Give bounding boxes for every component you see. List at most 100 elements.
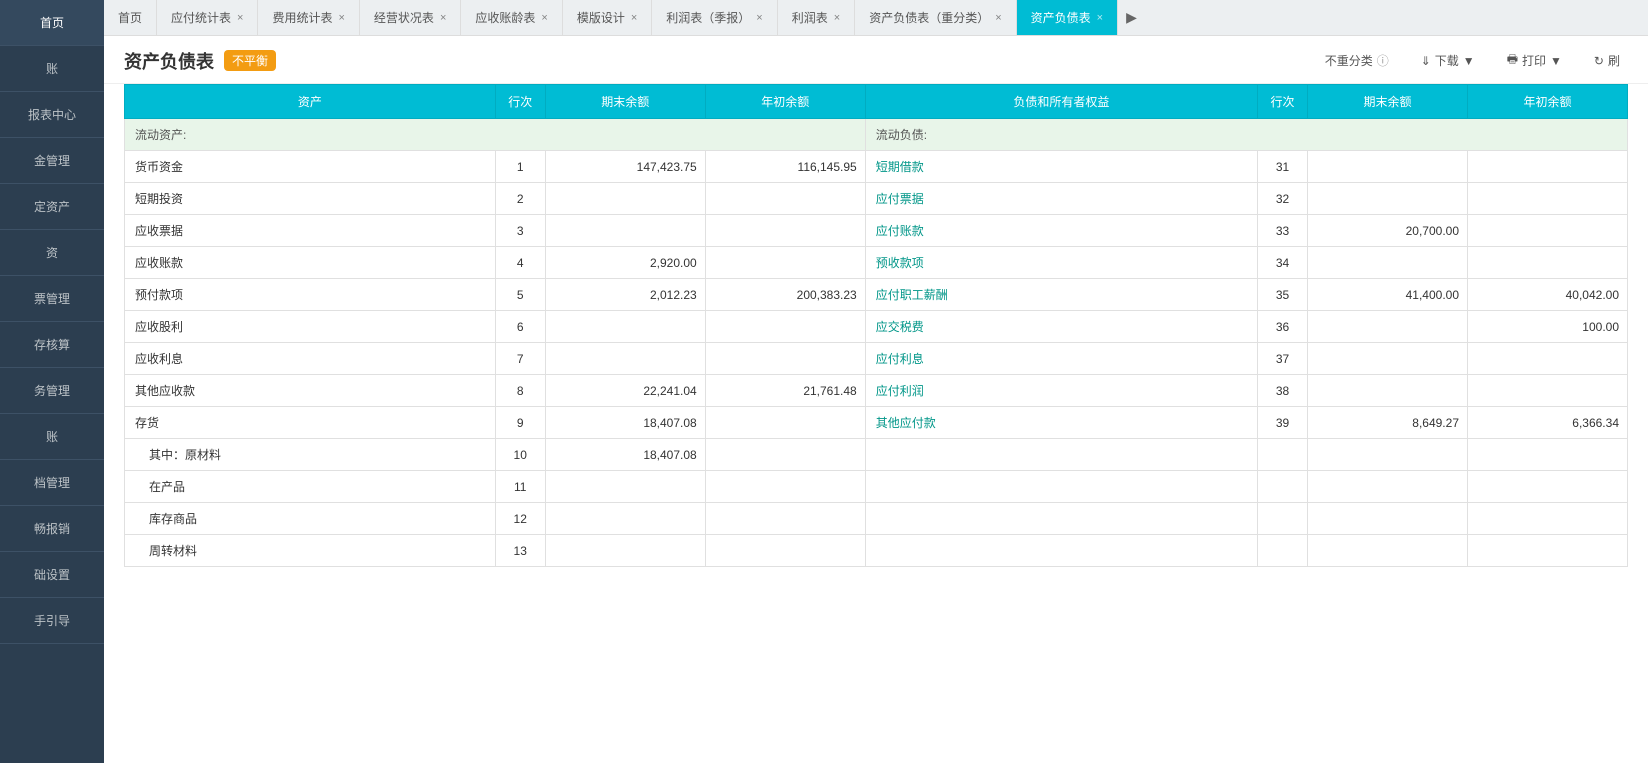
right-row-num — [1258, 503, 1308, 535]
download-chevron: ▼ — [1463, 54, 1475, 68]
tab-home[interactable]: 首页 — [104, 0, 157, 36]
right-item-link[interactable]: 应付票据 — [876, 192, 924, 206]
right-item-link[interactable]: 预收款项 — [876, 256, 924, 270]
table-row: 预付款项 5 2,012.23 200,383.23 应付职工薪酬 35 41,… — [125, 279, 1628, 311]
tab-close-template[interactable]: × — [631, 12, 637, 24]
right-item[interactable]: 预收款项 — [865, 247, 1257, 279]
tab-template-design[interactable]: 模版设计 × — [563, 0, 652, 36]
right-item[interactable]: 应付职工薪酬 — [865, 279, 1257, 311]
sidebar-item-invoice-mgmt[interactable]: 票管理 — [0, 276, 104, 322]
right-item-link[interactable]: 应付职工薪酬 — [876, 288, 948, 302]
refresh-btn[interactable]: ↻ 刷 — [1586, 48, 1628, 73]
left-item[interactable]: 存货 — [125, 407, 496, 439]
tab-balance-reclassified[interactable]: 资产负债表（重分类） × — [855, 0, 1016, 36]
table-row: 应收票据 3 应付账款 33 20,700.00 — [125, 215, 1628, 247]
right-item[interactable]: 应付利息 — [865, 343, 1257, 375]
right-item[interactable] — [865, 439, 1257, 471]
left-item[interactable]: 其他应收款 — [125, 375, 496, 407]
left-item[interactable]: 应收票据 — [125, 215, 496, 247]
left-item[interactable]: 货币资金 — [125, 151, 496, 183]
left-item[interactable]: 应收股利 — [125, 311, 496, 343]
right-item[interactable] — [865, 503, 1257, 535]
sidebar-item-fixed-assets[interactable]: 定资产 — [0, 184, 104, 230]
sidebar-item-expense[interactable]: 畅报销 — [0, 506, 104, 552]
left-ending-balance — [545, 503, 705, 535]
table-row: 其中：原材料 10 18,407.08 — [125, 439, 1628, 471]
left-row-num: 9 — [495, 407, 545, 439]
right-item-link[interactable]: 其他应付款 — [876, 416, 936, 430]
tab-expense-stats[interactable]: 费用统计表 × — [258, 0, 359, 36]
tab-close-aging[interactable]: × — [541, 12, 547, 24]
tab-close-payable[interactable]: × — [237, 12, 243, 24]
sidebar-item-inventory[interactable]: 存核算 — [0, 322, 104, 368]
left-beginning-balance — [705, 471, 865, 503]
right-ending-balance — [1308, 311, 1468, 343]
tab-profit-quarterly[interactable]: 利润表（季报） × — [652, 0, 777, 36]
right-item-link[interactable]: 应交税费 — [876, 320, 924, 334]
sidebar-item-settings[interactable]: 础设置 — [0, 552, 104, 598]
left-item[interactable]: 短期投资 — [125, 183, 496, 215]
right-row-num — [1258, 439, 1308, 471]
print-btn[interactable]: 🖶 打印 ▼ — [1499, 46, 1570, 75]
download-btn[interactable]: ⇓ 下载 ▼ — [1413, 48, 1483, 73]
sidebar-item-guide[interactable]: 手引导 — [0, 598, 104, 644]
tab-payable-stats[interactable]: 应付统计表 × — [157, 0, 258, 36]
tab-close-balance-r[interactable]: × — [995, 12, 1001, 24]
sidebar-item-assets[interactable]: 资 — [0, 230, 104, 276]
left-item[interactable]: 应收账款 — [125, 247, 496, 279]
sidebar-item-home[interactable]: 首页 — [0, 0, 104, 46]
left-item[interactable]: 应收利息 — [125, 343, 496, 375]
tab-close-ops[interactable]: × — [440, 12, 446, 24]
right-item-link[interactable]: 应付利润 — [876, 384, 924, 398]
left-item[interactable]: 在产品 — [125, 471, 496, 503]
right-ending-balance — [1308, 535, 1468, 567]
right-item[interactable]: 短期借款 — [865, 151, 1257, 183]
tab-balance-sheet[interactable]: 资产负债表 × — [1017, 0, 1118, 36]
left-row-num: 12 — [495, 503, 545, 535]
right-item-link[interactable]: 应付账款 — [876, 224, 924, 238]
page-header: 资产负债表 不平衡 不重分类 ⓘ ⇓ 下载 ▼ 🖶 打印 ▼ ↻ 刷 — [104, 36, 1648, 84]
tab-close-profit-q[interactable]: × — [756, 12, 762, 24]
tab-close-expense[interactable]: × — [338, 12, 344, 24]
sidebar-item-ledger[interactable]: 账 — [0, 414, 104, 460]
table-row: 存货 9 18,407.08 其他应付款 39 8,649.27 6,366.3… — [125, 407, 1628, 439]
right-beginning-balance — [1468, 471, 1628, 503]
tab-operations[interactable]: 经营状况表 × — [360, 0, 461, 36]
right-beginning-balance: 100.00 — [1468, 311, 1628, 343]
left-item[interactable]: 其中：原材料 — [125, 439, 496, 471]
right-item-link[interactable]: 应付利息 — [876, 352, 924, 366]
print-chevron: ▼ — [1550, 54, 1562, 68]
right-row-num: 31 — [1258, 151, 1308, 183]
right-item[interactable] — [865, 471, 1257, 503]
right-ending-balance: 41,400.00 — [1308, 279, 1468, 311]
left-item[interactable]: 预付款项 — [125, 279, 496, 311]
tab-profit[interactable]: 利润表 × — [778, 0, 855, 36]
right-beginning-balance — [1468, 183, 1628, 215]
tab-close-profit[interactable]: × — [834, 12, 840, 24]
sidebar-item-account[interactable]: 账 — [0, 46, 104, 92]
header-liability: 负债和所有者权益 — [865, 85, 1257, 119]
tab-close-balance[interactable]: × — [1097, 12, 1103, 24]
not-reclassify-btn[interactable]: 不重分类 ⓘ — [1317, 48, 1397, 73]
sidebar-item-tax-mgmt[interactable]: 务管理 — [0, 368, 104, 414]
table-row: 在产品 11 — [125, 471, 1628, 503]
print-label: 打印 — [1522, 52, 1546, 69]
sidebar-item-report-center[interactable]: 报表中心 — [0, 92, 104, 138]
right-item[interactable]: 应付账款 — [865, 215, 1257, 247]
sidebar-item-fund-mgmt[interactable]: 金管理 — [0, 138, 104, 184]
right-item-link[interactable]: 短期借款 — [876, 160, 924, 174]
tab-receivable-aging[interactable]: 应收账龄表 × — [461, 0, 562, 36]
right-item[interactable]: 应付利润 — [865, 375, 1257, 407]
right-item[interactable] — [865, 535, 1257, 567]
left-item[interactable]: 周转材料 — [125, 535, 496, 567]
sidebar-item-archive[interactable]: 档管理 — [0, 460, 104, 506]
right-item[interactable]: 其他应付款 — [865, 407, 1257, 439]
left-item[interactable]: 库存商品 — [125, 503, 496, 535]
left-beginning-balance — [705, 247, 865, 279]
sidebar: 首页 账 报表中心 金管理 定资产 资 票管理 存核算 务管理 账 档管理 畅报… — [0, 0, 104, 763]
right-item[interactable]: 应交税费 — [865, 311, 1257, 343]
right-beginning-balance — [1468, 215, 1628, 247]
right-item[interactable]: 应付票据 — [865, 183, 1257, 215]
left-row-num: 3 — [495, 215, 545, 247]
tab-scroll-right[interactable]: ▶ — [1118, 0, 1145, 36]
